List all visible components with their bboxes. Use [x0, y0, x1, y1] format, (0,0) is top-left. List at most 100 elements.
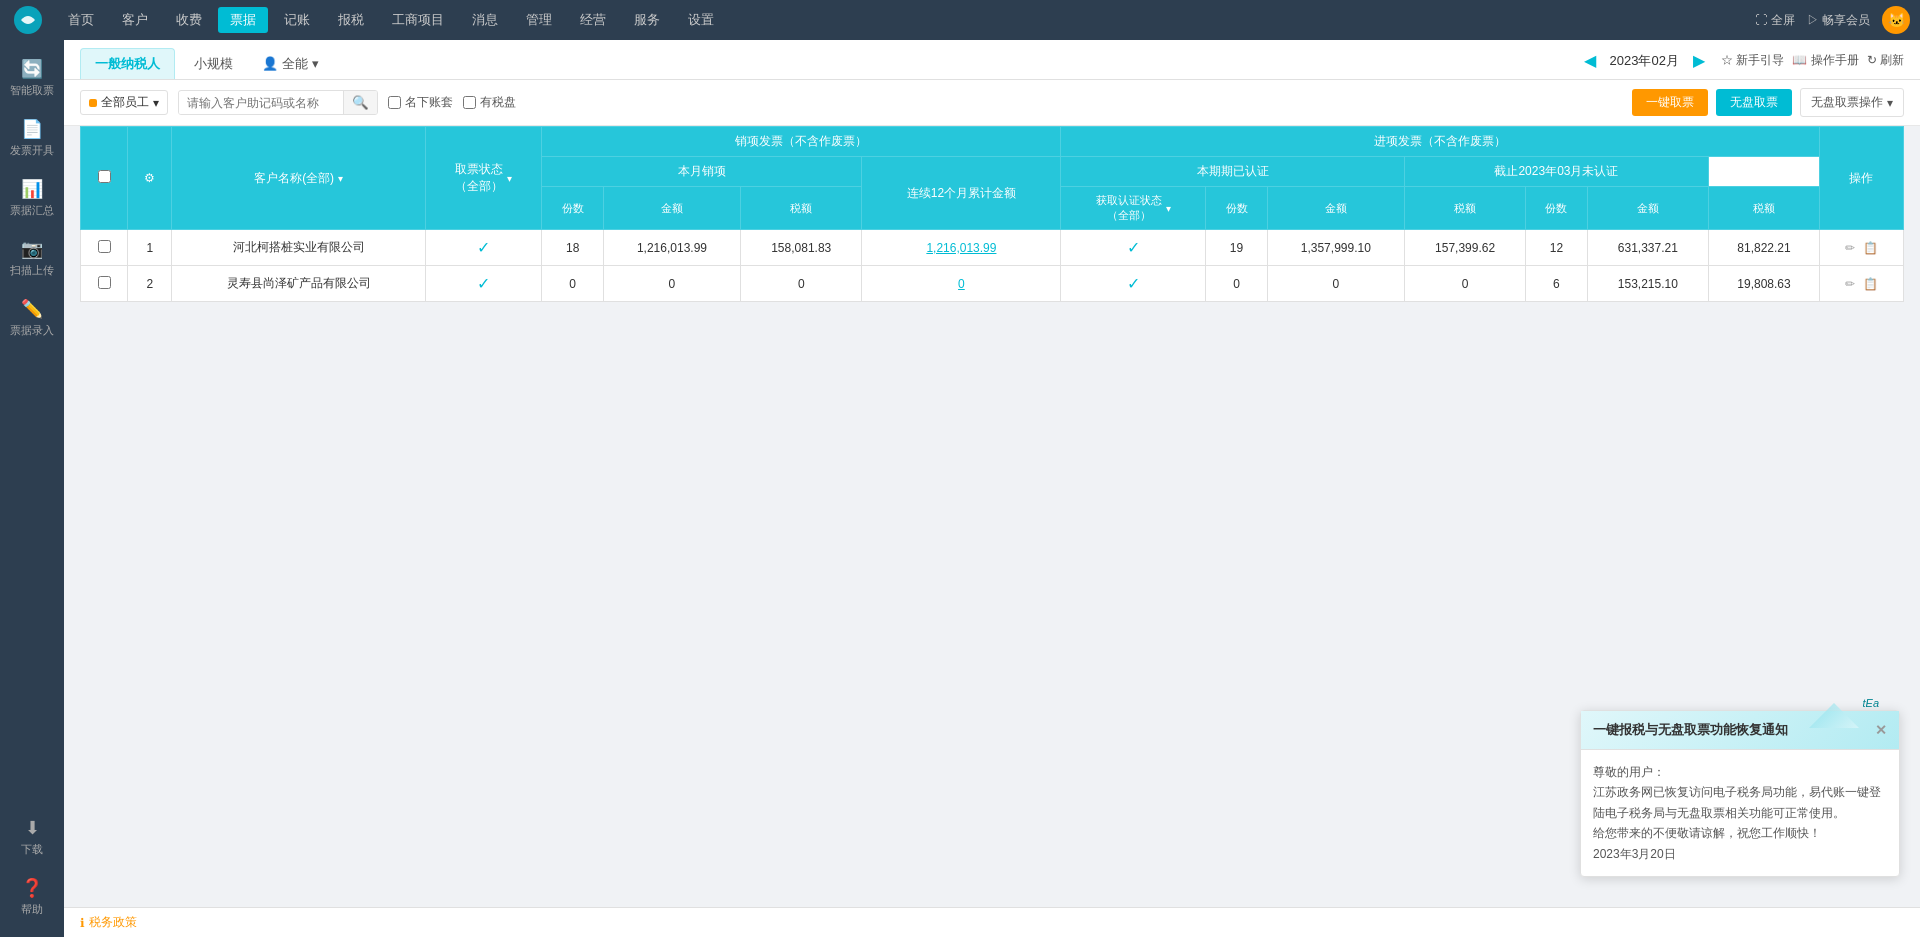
select-all-checkbox[interactable]: [98, 170, 111, 183]
row2-edit-icon[interactable]: ✏: [1845, 277, 1855, 291]
nav-settings[interactable]: 设置: [676, 7, 726, 33]
sidebar-label-invoice-entry: 票据录入: [10, 323, 54, 338]
row1-checkbox[interactable]: [81, 230, 128, 266]
invoice-entry-icon: ✏️: [21, 298, 43, 320]
filter-actions: 一键取票 无盘取票 无盘取票操作 ▾: [1632, 88, 1904, 117]
nav-message[interactable]: 消息: [460, 7, 510, 33]
nav-manage[interactable]: 管理: [514, 7, 564, 33]
bottom-bar: ℹ 税务政策: [64, 907, 1920, 937]
th-cert-qty: 份数: [1206, 187, 1267, 230]
th-customer-label: 客户名称(全部): [254, 170, 334, 187]
popup-header: 一键报税与无盘取票功能恢复通知 ✕: [1581, 711, 1899, 750]
row1-status-icon: ✓: [477, 239, 490, 256]
checkbox-account-input[interactable]: [388, 96, 401, 109]
sidebar-item-invoice-issue[interactable]: 📄 发票开具: [4, 110, 60, 166]
scan-upload-icon: 📷: [21, 238, 43, 260]
sidebar-item-invoice-summary[interactable]: 📊 票据汇总: [4, 170, 60, 226]
refresh-btn[interactable]: ↻ 刷新: [1867, 52, 1904, 69]
popup-body: 尊敬的用户： 江苏政务网已恢复访问电子税务局功能，易代账一键登陆电子税务局与无盘…: [1581, 750, 1899, 876]
checkbox-taxdisk-label: 有税盘: [480, 94, 516, 111]
user-avatar[interactable]: 🐱: [1882, 6, 1910, 34]
new-guide-btn[interactable]: ☆ 新手引导: [1721, 52, 1784, 69]
nav-home[interactable]: 首页: [56, 7, 106, 33]
cert-status-filter-icon[interactable]: ▾: [1166, 203, 1171, 214]
tab-bar-right: ◀ 2023年02月 ▶ ☆ 新手引导 📖 操作手册 ↻ 刷新: [1578, 49, 1904, 79]
nav-fee[interactable]: 收费: [164, 7, 214, 33]
sidebar-item-scan-upload[interactable]: 📷 扫描上传: [4, 230, 60, 286]
th-monthly-sale: 本月销项: [542, 157, 862, 187]
employee-select[interactable]: 全部员工 ▾: [80, 90, 168, 115]
sidebar-label-download: 下载: [21, 842, 43, 857]
customer-filter-icon[interactable]: ▾: [338, 173, 343, 184]
row1-edit-icon[interactable]: ✏: [1845, 241, 1855, 255]
search-button[interactable]: 🔍: [343, 91, 377, 114]
row2-check[interactable]: [98, 276, 111, 289]
filter-bar: 全部员工 ▾ 🔍 名下账套 有税盘 一键取票 无盘取票 无盘取票操作 ▾: [64, 80, 1920, 126]
row2-actions: ✏ 📋: [1819, 266, 1903, 302]
row1-copy-icon[interactable]: 📋: [1863, 241, 1878, 255]
tab-bar: 一般纳税人 小规模 👤 全能 ▾ ◀ 2023年02月 ▶ ☆ 新手引导 📖 操…: [64, 40, 1920, 80]
nav-invoice[interactable]: 票据: [218, 7, 268, 33]
more-arrow-icon: ▾: [1887, 96, 1893, 110]
row2-copy-icon[interactable]: 📋: [1863, 277, 1878, 291]
smart-fetch-icon: 🔄: [21, 58, 43, 80]
th-get-cert-status: 获取认证状态（全部） ▾: [1061, 187, 1206, 230]
tab-general-taxpayer[interactable]: 一般纳税人: [80, 48, 175, 79]
row1-cert-qty: 19: [1206, 230, 1267, 266]
fullscreen-btn[interactable]: ⛶ 全屏: [1755, 12, 1794, 29]
logo: [10, 2, 46, 38]
sidebar-item-help[interactable]: ❓ 帮助: [4, 869, 60, 925]
filter-checkbox-account[interactable]: 名下账套: [388, 94, 453, 111]
popup-line-4: 2023年3月20日: [1593, 844, 1887, 864]
nav-accounting[interactable]: 记账: [272, 7, 322, 33]
th-cert-tax: 税额: [1404, 187, 1525, 230]
sidebar-bottom: ⬇ 下载 ❓ 帮助: [4, 809, 60, 937]
nav-business[interactable]: 工商项目: [380, 7, 456, 33]
no-disk-more-btn[interactable]: 无盘取票操作 ▾: [1800, 88, 1904, 117]
date-next-btn[interactable]: ▶: [1687, 49, 1711, 73]
th-settings[interactable]: ⚙: [128, 127, 172, 230]
row2-cumulative[interactable]: 0: [862, 266, 1061, 302]
manual-btn[interactable]: 📖 操作手册: [1792, 52, 1858, 69]
popup-scroll-area[interactable]: 尊敬的用户： 江苏政务网已恢复访问电子税务局功能，易代账一键登陆电子税务局与无盘…: [1593, 762, 1887, 864]
notification-popup: tEa 一键报税与无盘取票功能恢复通知 ✕ 尊敬的用户： 江苏政务网已恢复访问电…: [1580, 710, 1900, 877]
popup-line-1: 尊敬的用户：: [1593, 762, 1887, 782]
th-certified: 本期期已认证: [1061, 157, 1404, 187]
search-box: 🔍: [178, 90, 378, 115]
tax-policy-link[interactable]: ℹ 税务政策: [80, 914, 137, 931]
invoice-table: ⚙ 客户名称(全部) ▾ 取票状态（全部） ▾: [80, 126, 1904, 302]
row1-actions: ✏ 📋: [1819, 230, 1903, 266]
sidebar-item-download[interactable]: ⬇ 下载: [4, 809, 60, 865]
current-date: 2023年02月: [1610, 52, 1679, 70]
membership-btn[interactable]: ▷ 畅享会员: [1807, 12, 1870, 29]
nav-service[interactable]: 服务: [622, 7, 672, 33]
download-icon: ⬇: [25, 817, 40, 839]
th-checkbox[interactable]: [81, 127, 128, 230]
nav-tax[interactable]: 报税: [326, 7, 376, 33]
tab-all-label: 全能: [282, 55, 308, 73]
sidebar-label-invoice-issue: 发票开具: [10, 143, 54, 158]
nav-operation[interactable]: 经营: [568, 7, 618, 33]
fetch-status-filter-icon[interactable]: ▾: [507, 173, 512, 184]
one-click-fetch-btn[interactable]: 一键取票: [1632, 89, 1708, 116]
filter-checkbox-taxdisk[interactable]: 有税盘: [463, 94, 516, 111]
row2-checkbox[interactable]: [81, 266, 128, 302]
tab-small-scale[interactable]: 小规模: [179, 48, 248, 79]
tab-all[interactable]: 👤 全能 ▾: [252, 49, 329, 79]
popup-close-btn[interactable]: ✕: [1875, 722, 1887, 738]
checkbox-taxdisk-input[interactable]: [463, 96, 476, 109]
date-navigation: ◀ 2023年02月 ▶: [1578, 49, 1711, 73]
row1-cumulative[interactable]: 1,216,013.99: [862, 230, 1061, 266]
th-uncert-amount: 金额: [1587, 187, 1708, 230]
date-prev-btn[interactable]: ◀: [1578, 49, 1602, 73]
row1-customer: 河北柯搭桩实业有限公司: [172, 230, 426, 266]
row2-index: 2: [128, 266, 172, 302]
search-input[interactable]: [179, 92, 343, 114]
no-disk-fetch-btn[interactable]: 无盘取票: [1716, 89, 1792, 116]
row1-check[interactable]: [98, 240, 111, 253]
nav-customer[interactable]: 客户: [110, 7, 160, 33]
tab-all-icon: 👤: [262, 56, 278, 71]
sidebar-item-smart-fetch[interactable]: 🔄 智能取票: [4, 50, 60, 106]
tab-all-arrow: ▾: [312, 56, 319, 71]
sidebar-item-invoice-entry[interactable]: ✏️ 票据录入: [4, 290, 60, 346]
